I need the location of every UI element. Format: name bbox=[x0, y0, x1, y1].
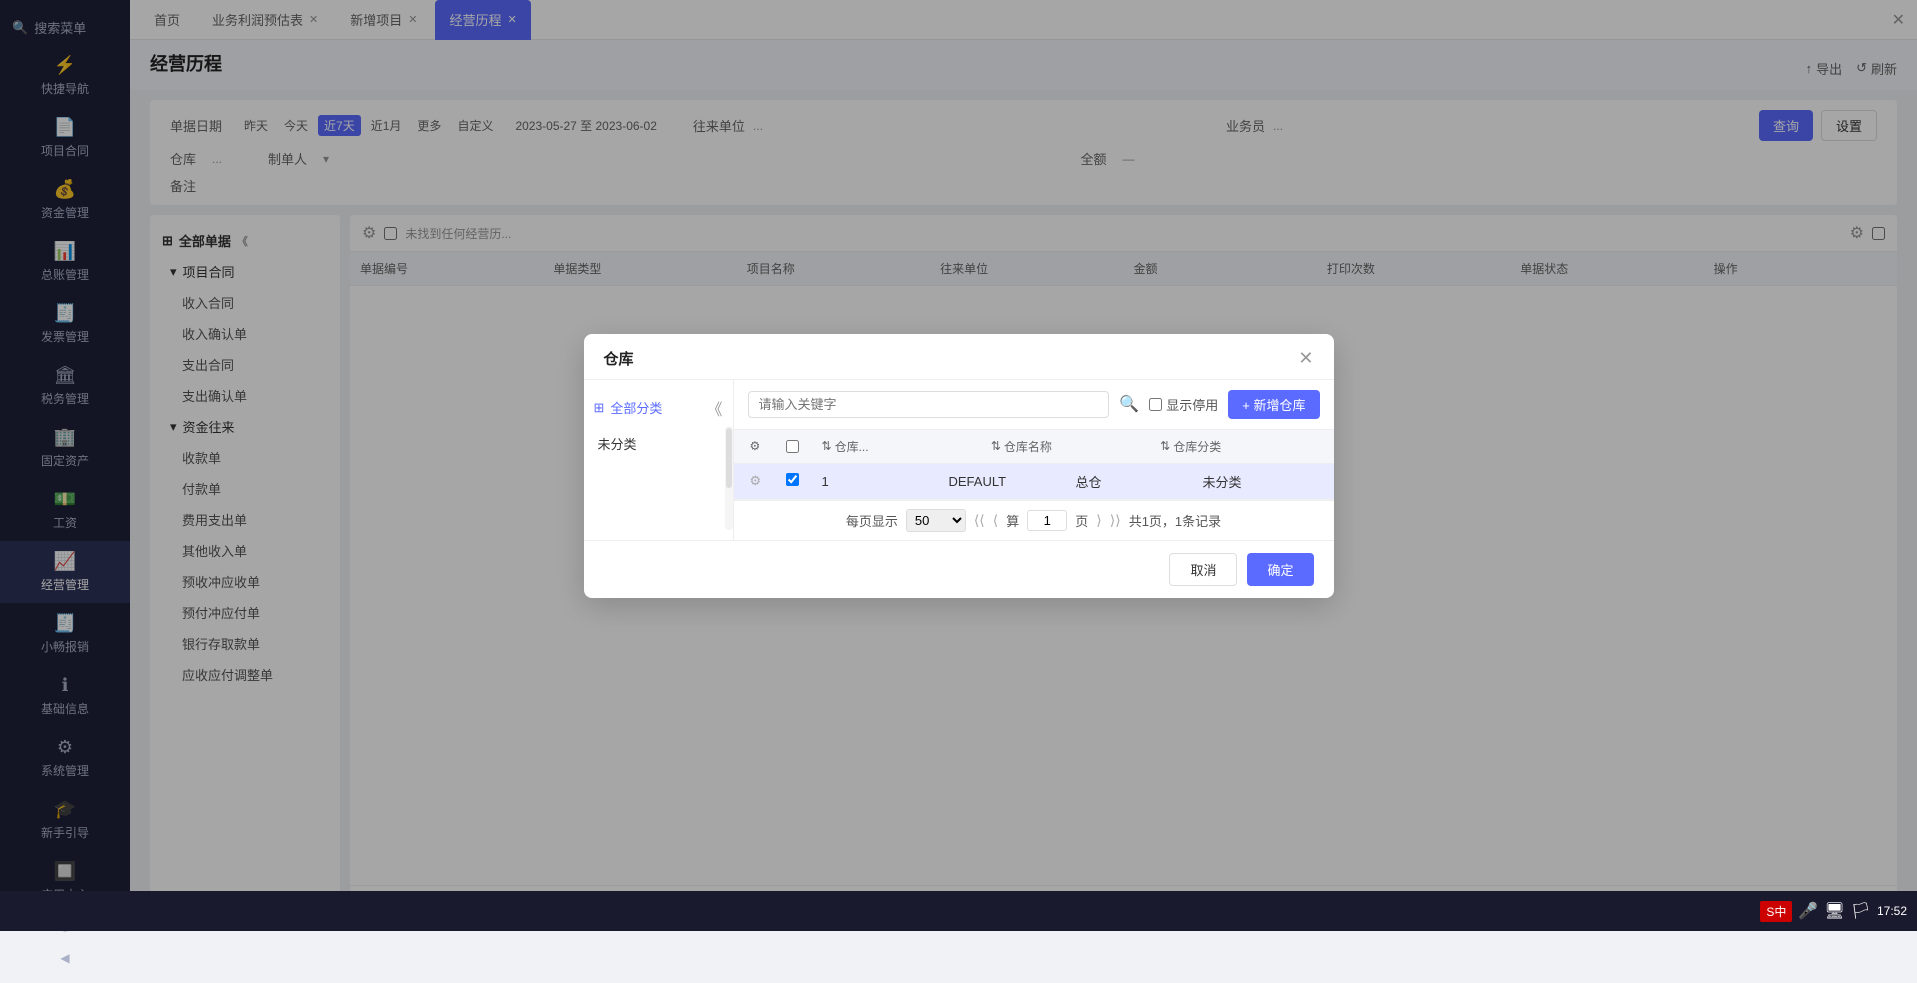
first-page-btn[interactable]: ⟨⟨ bbox=[974, 512, 985, 529]
dialog-category-header[interactable]: ⊞ 全部分类 《 bbox=[584, 390, 733, 426]
dialog-page-input[interactable] bbox=[1027, 510, 1067, 531]
cancel-btn[interactable]: 取消 bbox=[1169, 553, 1237, 586]
row-id-cell: 1 bbox=[816, 474, 943, 489]
brand-badge: S中 bbox=[1760, 901, 1792, 922]
dialog-search-bar: 🔍 显示停用 + 新增仓库 bbox=[734, 380, 1334, 430]
row-name-cell: 总仓 bbox=[1070, 472, 1197, 491]
row-checkbox[interactable] bbox=[786, 473, 799, 486]
time-display: 17:52 bbox=[1877, 904, 1907, 918]
collapse-icon: ◀ bbox=[60, 951, 69, 965]
dialog-search-icon[interactable]: 🔍 bbox=[1119, 394, 1139, 414]
warehouse-dialog: 仓库 ✕ ⊞ 全部分类 《 未分类 bbox=[584, 334, 1334, 598]
show-disabled-label: 显示停用 bbox=[1166, 395, 1218, 414]
th-label: 仓库... bbox=[835, 438, 869, 455]
th-warehouse-category[interactable]: ⇅ 仓库分类 bbox=[1154, 438, 1323, 455]
dialog-close-btn[interactable]: ✕ bbox=[1298, 348, 1313, 369]
grid-icon2: ⊞ bbox=[594, 400, 605, 416]
select-all-dialog[interactable] bbox=[786, 440, 799, 453]
dialog-right-panel: 🔍 显示停用 + 新增仓库 ⚙ ⇅ 仓库... bbox=[734, 380, 1334, 540]
last-page-btn[interactable]: ⟩⟩ bbox=[1110, 512, 1121, 529]
dialog-total: 共1页，1条记录 bbox=[1129, 511, 1221, 530]
add-warehouse-btn[interactable]: + 新增仓库 bbox=[1228, 390, 1319, 419]
page-label2: 算 bbox=[1006, 511, 1019, 530]
table-row[interactable]: ⚙ 1 DEFAULT 总仓 未分类 bbox=[734, 464, 1334, 500]
sort-icon3: ⇅ bbox=[1160, 439, 1170, 453]
dialog-body: ⊞ 全部分类 《 未分类 🔍 bbox=[584, 380, 1334, 540]
all-category-label: 全部分类 bbox=[610, 398, 662, 417]
th-warehouse-code[interactable]: ⇅ 仓库... bbox=[816, 438, 985, 455]
prev-page-btn2[interactable]: ⟨ bbox=[993, 512, 998, 529]
show-disabled-toggle[interactable]: 显示停用 bbox=[1149, 395, 1218, 414]
flag-icon: 🏳 bbox=[1851, 901, 1871, 921]
dialog-search-input[interactable] bbox=[748, 391, 1110, 418]
mic-icon: 🎤 bbox=[1798, 901, 1818, 921]
dialog-actions: 取消 确定 bbox=[584, 540, 1334, 598]
dialog-table-body: ⚙ 1 DEFAULT 总仓 未分类 bbox=[734, 464, 1334, 500]
page-suffix2: 页 bbox=[1075, 511, 1088, 530]
sort-icon: ⇅ bbox=[822, 439, 832, 453]
th-warehouse-name[interactable]: ⇅ 仓库名称 bbox=[985, 438, 1154, 455]
category-list: 未分类 bbox=[584, 426, 733, 530]
taskbar-right: S中 🎤 🖥 🏳 17:52 bbox=[1760, 901, 1907, 922]
th-check bbox=[780, 440, 816, 453]
row-check-cell[interactable] bbox=[780, 473, 816, 489]
display-icon: 🖥 bbox=[1824, 901, 1844, 921]
dialog-title: 仓库 bbox=[604, 348, 634, 369]
row-icon-cell: ⚙ bbox=[744, 473, 780, 489]
sidebar-collapse-btn[interactable]: ◀ bbox=[0, 943, 130, 973]
th-label2: 仓库名称 bbox=[1004, 438, 1052, 455]
next-page-btn2[interactable]: ⟩ bbox=[1096, 512, 1101, 529]
taskbar: S中 🎤 🖥 🏳 17:52 bbox=[0, 891, 1917, 931]
dialog-header: 仓库 ✕ bbox=[584, 334, 1334, 380]
th-icon: ⚙ bbox=[744, 439, 780, 453]
dialog-left-panel: ⊞ 全部分类 《 未分类 bbox=[584, 380, 734, 540]
th-label3: 仓库分类 bbox=[1173, 438, 1221, 455]
modal-overlay: 仓库 ✕ ⊞ 全部分类 《 未分类 bbox=[0, 0, 1917, 931]
row-category-cell: 未分类 bbox=[1197, 472, 1324, 491]
dialog-collapse-btn[interactable]: 《 bbox=[706, 396, 722, 420]
category-item-unclassified[interactable]: 未分类 bbox=[584, 426, 733, 461]
sort-icon2: ⇅ bbox=[991, 439, 1001, 453]
dialog-per-page-select[interactable]: 50 bbox=[906, 509, 966, 532]
dialog-table-header: ⚙ ⇅ 仓库... ⇅ 仓库名称 ⇅ 仓库分类 bbox=[734, 430, 1334, 464]
dialog-pagination: 每页显示 50 ⟨⟨ ⟨ 算 页 ⟩ ⟩⟩ 共1页，1条记录 bbox=[734, 500, 1334, 540]
show-disabled-checkbox[interactable] bbox=[1149, 398, 1162, 411]
confirm-btn[interactable]: 确定 bbox=[1247, 553, 1313, 586]
row-code-cell: DEFAULT bbox=[943, 474, 1070, 489]
per-page-label2: 每页显示 bbox=[846, 511, 898, 530]
